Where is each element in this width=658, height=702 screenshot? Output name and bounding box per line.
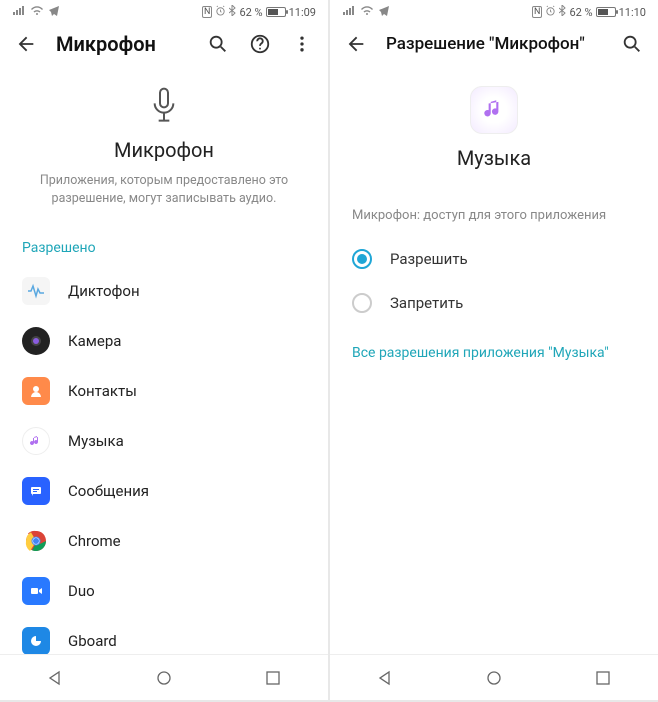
telegram-icon <box>48 5 60 20</box>
all-permissions-link[interactable]: Все разрешения приложения "Музыка" <box>330 325 658 381</box>
gboard-icon <box>22 627 50 654</box>
nav-home-button[interactable] <box>153 667 175 689</box>
signal-icon <box>342 6 356 19</box>
radio-label: Запретить <box>390 294 463 312</box>
app-item-camera[interactable]: Камера <box>0 316 328 366</box>
status-right: N 62 % 11:10 <box>532 5 646 19</box>
app-name: Duo <box>68 582 95 600</box>
bluetooth-icon <box>559 5 566 19</box>
more-button[interactable] <box>290 32 314 56</box>
radio-allow[interactable]: Разрешить <box>352 237 636 281</box>
nfc-icon: N <box>202 6 212 18</box>
hero-description: Приложения, которым предоставлено это ра… <box>30 172 298 208</box>
recorder-icon <box>22 277 50 305</box>
wifi-icon <box>30 6 44 19</box>
radio-label: Разрешить <box>390 250 468 268</box>
header: Разрешение "Микрофон" <box>330 22 658 66</box>
telegram-icon <box>378 5 390 20</box>
radio-icon <box>352 249 372 269</box>
header: Микрофон <box>0 22 328 66</box>
app-item-recorder[interactable]: Диктофон <box>0 266 328 316</box>
app-name-title: Музыка <box>360 146 628 170</box>
alarm-icon <box>545 5 556 19</box>
bluetooth-icon <box>229 5 236 19</box>
nav-recent-button[interactable] <box>262 667 284 689</box>
screen-app-permission-detail: N 62 % 11:10 Разрешение "Микрофон" Музык… <box>330 0 658 700</box>
page-title: Разрешение "Микрофон" <box>386 34 602 54</box>
app-item-music[interactable]: Музыка <box>0 416 328 466</box>
page-title: Микрофон <box>56 32 188 56</box>
status-left <box>12 5 60 20</box>
radio-deny[interactable]: Запретить <box>352 281 636 325</box>
signal-icon <box>12 6 26 19</box>
app-item-duo[interactable]: Duo <box>0 566 328 616</box>
app-name: Камера <box>68 332 121 350</box>
back-button[interactable] <box>14 32 38 56</box>
app-name: Gboard <box>68 632 117 650</box>
nfc-icon: N <box>532 6 542 18</box>
battery-percent: 62 % <box>239 6 262 19</box>
status-time: 11:09 <box>289 6 316 19</box>
status-bar: N 62 % 11:09 <box>0 0 328 22</box>
app-item-messages[interactable]: Сообщения <box>0 466 328 516</box>
section-allowed-label: Разрешено <box>0 218 328 266</box>
status-right: N 62 % 11:09 <box>202 5 316 19</box>
wifi-icon <box>360 6 374 19</box>
navigation-bar <box>0 654 328 700</box>
nav-back-button[interactable] <box>374 667 396 689</box>
music-icon <box>22 427 50 455</box>
app-item-chrome[interactable]: Chrome <box>0 516 328 566</box>
app-list: Диктофон Камера Контакты Музыка Сообщени… <box>0 266 328 654</box>
chrome-icon <box>22 527 50 555</box>
search-button[interactable] <box>620 32 644 56</box>
screen-microphone-permission: N 62 % 11:09 Микрофон М <box>0 0 328 700</box>
status-bar: N 62 % 11:10 <box>330 0 658 22</box>
battery-percent: 62 % <box>569 6 592 19</box>
contacts-icon <box>22 377 50 405</box>
alarm-icon <box>215 5 226 19</box>
permission-section-title: Микрофон: доступ для этого приложения <box>352 208 636 223</box>
search-button[interactable] <box>206 32 230 56</box>
app-name: Контакты <box>68 382 137 400</box>
navigation-bar <box>330 654 658 700</box>
app-name: Диктофон <box>68 282 140 300</box>
microphone-icon <box>30 86 298 126</box>
back-button[interactable] <box>344 32 368 56</box>
status-left <box>342 5 390 20</box>
app-icon-large <box>360 86 628 134</box>
nav-recent-button[interactable] <box>592 667 614 689</box>
permission-section: Микрофон: доступ для этого приложения Ра… <box>330 190 658 325</box>
app-item-contacts[interactable]: Контакты <box>0 366 328 416</box>
nav-back-button[interactable] <box>44 667 66 689</box>
messages-icon <box>22 477 50 505</box>
radio-icon <box>352 293 372 313</box>
help-button[interactable] <box>248 32 272 56</box>
hero-section: Микрофон Приложения, которым предоставле… <box>0 66 328 218</box>
app-item-gboard[interactable]: Gboard <box>0 616 328 654</box>
app-name: Chrome <box>68 532 121 550</box>
app-name: Музыка <box>68 432 124 450</box>
hero-title: Микрофон <box>30 138 298 162</box>
app-hero: Музыка <box>330 66 658 190</box>
camera-icon <box>22 327 50 355</box>
battery-icon <box>596 7 616 17</box>
battery-icon <box>266 7 286 17</box>
app-name: Сообщения <box>68 482 149 500</box>
status-time: 11:10 <box>619 6 646 19</box>
nav-home-button[interactable] <box>483 667 505 689</box>
duo-icon <box>22 577 50 605</box>
